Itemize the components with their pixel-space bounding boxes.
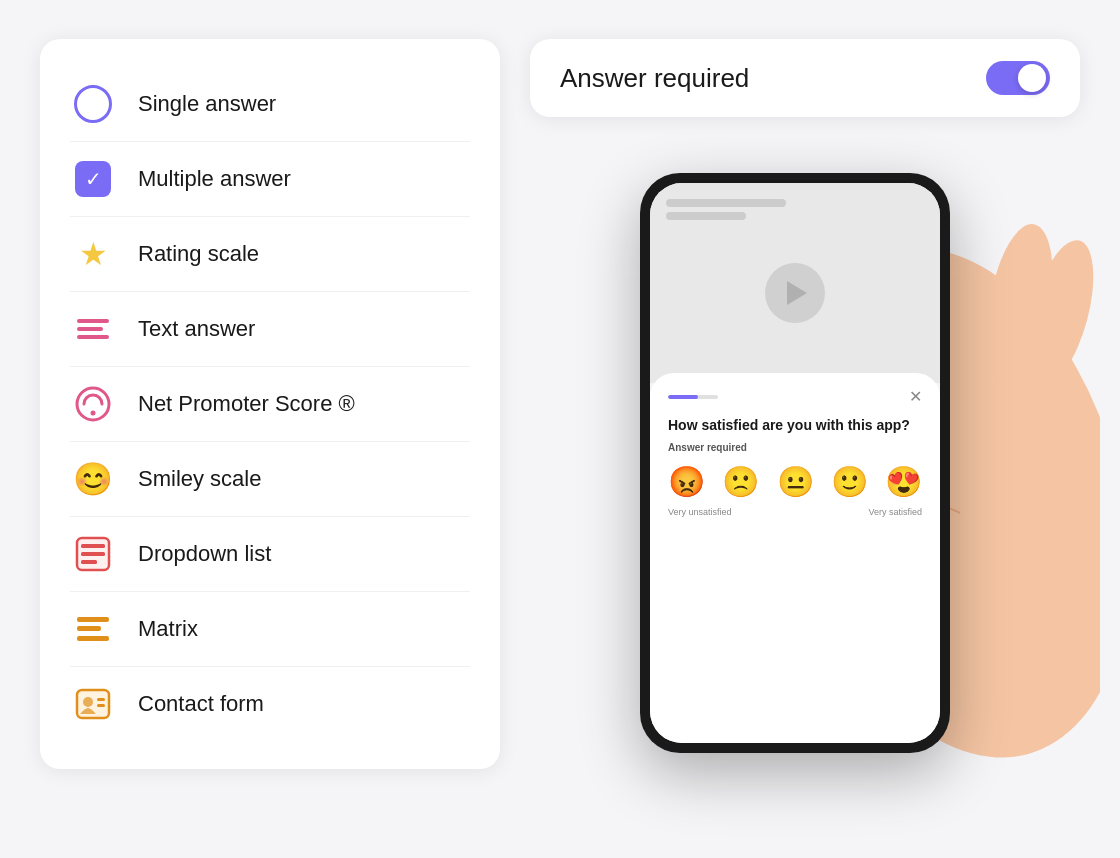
menu-item-smiley-scale[interactable]: 😊 Smiley scale [70,442,470,517]
menu-item-nps[interactable]: Net Promoter Score ® [70,367,470,442]
survey-required-label: Answer required [668,442,922,453]
menu-label-matrix: Matrix [138,616,198,642]
circle-icon [70,81,116,127]
emoji-4[interactable]: 🙂 [831,467,868,497]
svg-rect-11 [97,698,105,701]
svg-rect-8 [77,636,109,641]
survey-top-bar: ✕ [668,387,922,406]
svg-rect-7 [77,626,101,631]
menu-item-single-answer[interactable]: Single answer [70,67,470,142]
svg-point-10 [83,697,93,707]
scale-labels: Very unsatisfied Very satisfied [668,507,922,517]
svg-rect-3 [81,544,105,548]
video-title-lines [666,199,786,220]
contact-icon [70,681,116,727]
matrix-icon [70,606,116,652]
star-icon: ★ [70,231,116,277]
survey-question-text: How satisfied are you with this app? [668,416,922,436]
emoji-5[interactable]: 😍 [885,467,922,497]
menu-label-rating-scale: Rating scale [138,241,259,267]
survey-panel: ✕ How satisfied are you with this app? A… [650,373,940,743]
scale-label-left: Very unsatisfied [668,507,732,517]
svg-rect-12 [97,704,105,707]
toggle-knob [1018,64,1046,92]
menu-label-smiley-scale: Smiley scale [138,466,261,492]
menu-label-multiple-answer: Multiple answer [138,166,291,192]
menu-label-nps: Net Promoter Score ® [138,391,355,417]
svg-rect-5 [81,560,97,564]
right-panel: Answer required [530,39,1080,753]
play-button[interactable] [765,263,825,323]
smiley-icon: 😊 [70,456,116,502]
emoji-2[interactable]: 🙁 [722,467,759,497]
emoji-1[interactable]: 😡 [668,467,705,497]
progress-bar [668,395,718,399]
phone-mockup: ✕ How satisfied are you with this app? A… [640,173,950,753]
menu-label-dropdown-list: Dropdown list [138,541,271,567]
dropdown-icon [70,531,116,577]
emoji-3[interactable]: 😐 [777,467,814,497]
answer-required-toggle[interactable] [986,61,1050,95]
answer-required-card: Answer required [530,39,1080,117]
progress-bar-fill [668,395,698,399]
answer-required-label: Answer required [560,63,749,94]
video-title-line-1 [666,199,786,207]
close-survey-button[interactable]: ✕ [909,387,922,406]
menu-label-text-answer: Text answer [138,316,255,342]
menu-item-dropdown-list[interactable]: Dropdown list [70,517,470,592]
svg-point-1 [91,411,96,416]
menu-item-text-answer[interactable]: Text answer [70,292,470,367]
phone-screen: ✕ How satisfied are you with this app? A… [650,183,940,743]
svg-rect-4 [81,552,105,556]
menu-item-multiple-answer[interactable]: ✓ Multiple answer [70,142,470,217]
nps-icon [70,381,116,427]
menu-panel: Single answer ✓ Multiple answer ★ Rating… [40,39,500,769]
checkbox-icon: ✓ [70,156,116,202]
video-area [650,183,940,383]
svg-rect-6 [77,617,109,622]
phone-area: ✕ How satisfied are you with this app? A… [530,133,1080,753]
video-title-line-2 [666,212,746,220]
lines-icon [70,306,116,352]
scale-label-right: Very satisfied [868,507,922,517]
menu-item-rating-scale[interactable]: ★ Rating scale [70,217,470,292]
emoji-scale-row: 😡 🙁 😐 🙂 😍 [668,467,922,497]
play-triangle-icon [787,281,807,305]
menu-label-contact-form: Contact form [138,691,264,717]
menu-label-single-answer: Single answer [138,91,276,117]
menu-item-matrix[interactable]: Matrix [70,592,470,667]
menu-item-contact-form[interactable]: Contact form [70,667,470,741]
